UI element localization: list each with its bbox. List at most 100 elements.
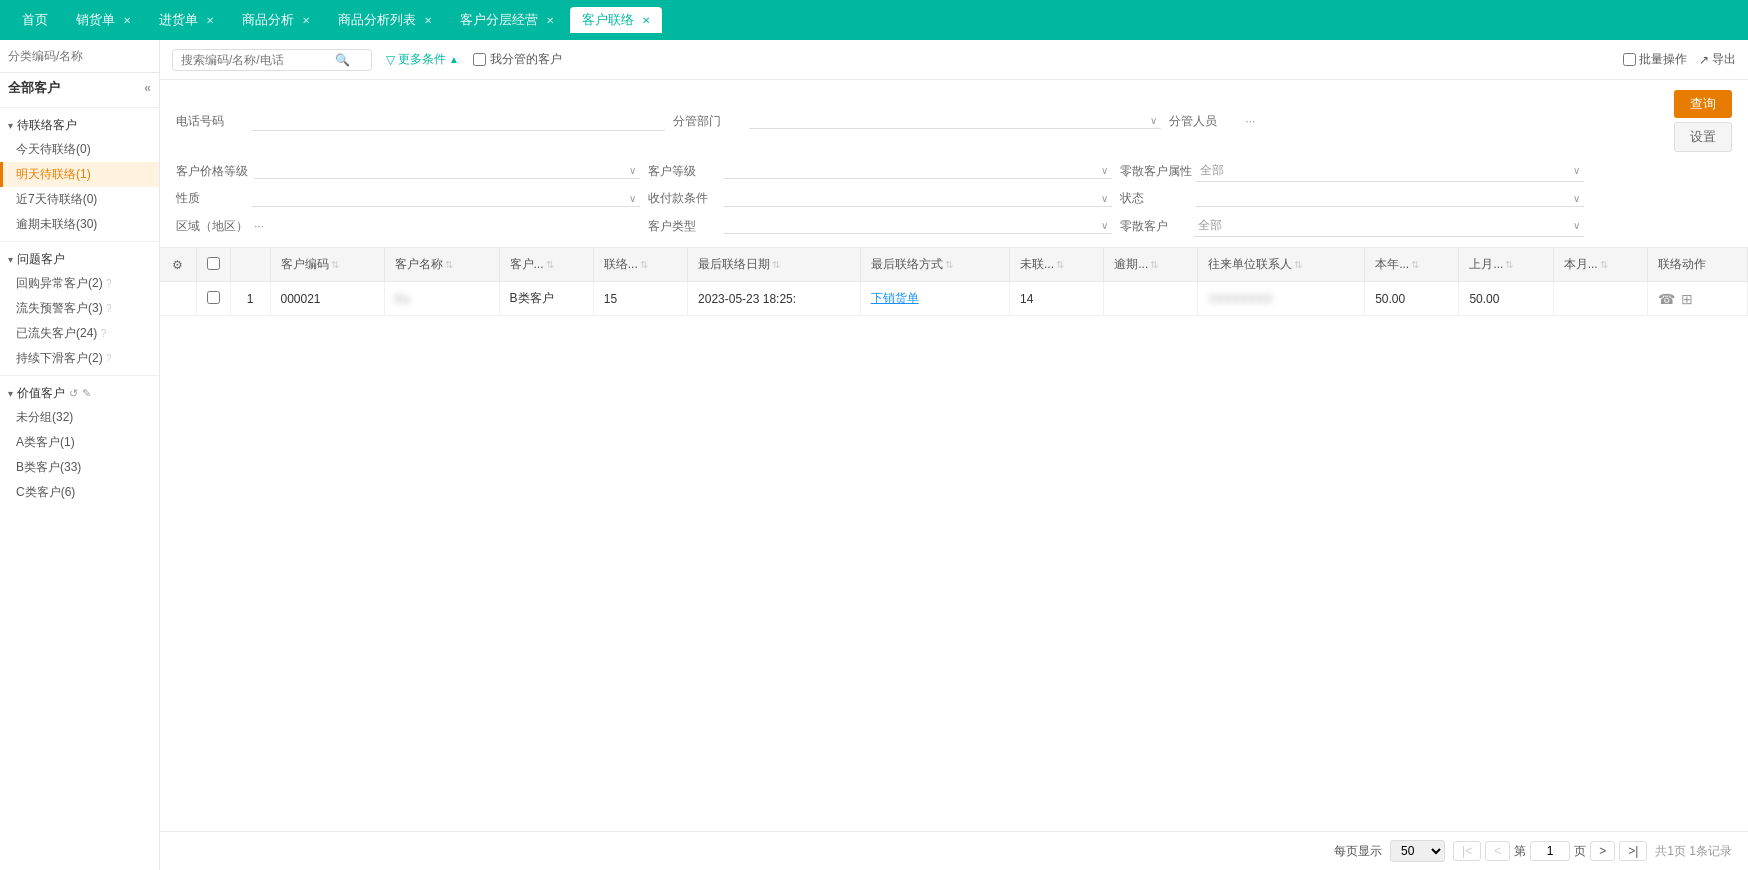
last-page-btn[interactable]: >| [1619, 841, 1647, 861]
sidebar-search-input[interactable] [8, 49, 158, 63]
my-customer-checkbox[interactable] [473, 53, 486, 66]
th-this-month-sort[interactable]: ⇅ [1600, 259, 1608, 270]
sidebar-item-class-a[interactable]: A类客户(1) [0, 430, 159, 455]
next-page-btn[interactable]: > [1590, 841, 1615, 861]
th-this-year-sort[interactable]: ⇅ [1411, 259, 1419, 270]
footer: 每页显示 50 100 200 |< < 第 页 > >| 共1页 1条记录 [160, 831, 1748, 870]
nav-product-analysis-close[interactable]: ✕ [302, 15, 310, 26]
prev-page-btn[interactable]: < [1485, 841, 1510, 861]
filter-actions: 查询 设置 [1674, 90, 1732, 152]
sidebar-divider-3 [0, 375, 159, 376]
filter-phone-input[interactable] [252, 112, 665, 131]
nav-customer-tier-close[interactable]: ✕ [546, 15, 554, 26]
sidebar-all-label: 全部客户 [8, 79, 60, 97]
nav-product-analysis-list-close[interactable]: ✕ [424, 15, 432, 26]
sidebar-item-class-b[interactable]: B类客户(33) [0, 455, 159, 480]
export-icon: ↗ [1699, 53, 1709, 67]
th-last-method-sort[interactable]: ⇅ [945, 259, 953, 270]
row-overdue [1104, 282, 1198, 316]
row-action-grid-icon[interactable]: ⊞ [1681, 291, 1693, 307]
filter-dept-select[interactable]: ∨ [749, 113, 1162, 129]
select-all-checkbox[interactable] [207, 257, 220, 270]
filter-row-3: 性质 ∨ 收付款条件 ∨ 状态 ∨ [176, 190, 1732, 207]
sidebar-item-declining[interactable]: 持续下滑客户(2) ? [0, 346, 159, 371]
filter-panel: 电话号码 分管部门 ∨ 分管人员 ··· 查询 设置 [160, 80, 1748, 248]
sidebar-all-customers[interactable]: 全部客户 « [0, 73, 159, 103]
row-action-call-icon[interactable]: ☎ [1658, 291, 1675, 307]
nav-product-analysis[interactable]: 商品分析 ✕ [230, 7, 322, 33]
filter-manager-dots[interactable]: ··· [1245, 114, 1255, 128]
sidebar-item-churn-warning[interactable]: 流失预警客户(3) ? [0, 296, 159, 321]
reset-button[interactable]: 设置 [1674, 122, 1732, 152]
filter-retail-customer-select[interactable]: 全部 ∨ [1194, 215, 1584, 237]
th-settings: ⚙ [160, 248, 196, 282]
sidebar-group-value-refresh[interactable]: ↺ [69, 387, 78, 400]
nav-purchase-label: 进货单 [159, 11, 198, 29]
my-customer-label: 我分管的客户 [490, 51, 562, 68]
nav-customer-contact-close[interactable]: ✕ [642, 15, 650, 26]
row-check [196, 282, 230, 316]
th-overdue-sort[interactable]: ⇅ [1150, 259, 1158, 270]
sidebar-group-value-edit[interactable]: ✎ [82, 387, 91, 400]
batch-checkbox[interactable] [1623, 53, 1636, 66]
th-unit-contact-sort[interactable]: ⇅ [1294, 259, 1302, 270]
sidebar-item-tomorrow[interactable]: 明天待联络(1) [0, 162, 159, 187]
per-page-select[interactable]: 50 100 200 [1390, 840, 1445, 862]
row-code: 000021 [270, 282, 385, 316]
first-page-btn[interactable]: |< [1453, 841, 1481, 861]
sidebar-item-today[interactable]: 今天待联络(0) [0, 137, 159, 162]
filter-region: 区域（地区） ··· [176, 218, 640, 235]
filter-region-dots[interactable]: ··· [254, 219, 264, 233]
filter-status-select[interactable]: ∨ [1196, 191, 1584, 207]
th-last-month-sort[interactable]: ⇅ [1505, 259, 1513, 270]
nav-home[interactable]: 首页 [10, 7, 60, 33]
sidebar-item-ungrouped[interactable]: 未分组(32) [0, 405, 159, 430]
th-name-sort[interactable]: ⇅ [445, 259, 453, 270]
batch-op-btn[interactable]: 批量操作 [1623, 51, 1687, 68]
nav-customer-tier[interactable]: 客户分层经营 ✕ [448, 7, 566, 33]
nav-sales[interactable]: 销货单 ✕ [64, 7, 143, 33]
th-last-month: 上月...⇅ [1459, 248, 1553, 282]
filter-price-level-select[interactable]: ∨ [254, 163, 640, 179]
row-checkbox[interactable] [207, 291, 220, 304]
top-nav: 首页 销货单 ✕ 进货单 ✕ 商品分析 ✕ 商品分析列表 ✕ 客户分层经营 ✕ … [0, 0, 1748, 40]
filter-customer-type-select[interactable]: ∨ [724, 218, 1112, 234]
filter-nature-select[interactable]: ∨ [252, 191, 640, 207]
nav-purchase[interactable]: 进货单 ✕ [147, 7, 226, 33]
nav-product-analysis-list[interactable]: 商品分析列表 ✕ [326, 7, 444, 33]
more-filter-btn[interactable]: ▽ 更多条件 ▲ [380, 48, 465, 71]
row-action: ☎ ⊞ [1647, 282, 1747, 316]
page-label: 第 [1514, 843, 1526, 860]
nav-purchase-close[interactable]: ✕ [206, 15, 214, 26]
nav-customer-contact[interactable]: 客户联络 ✕ [570, 7, 662, 33]
filter-customer-type: 客户类型 ∨ [648, 218, 1112, 235]
toolbar-right: 批量操作 ↗ 导出 [1623, 51, 1736, 68]
pagination-nav: |< < 第 页 > >| [1453, 841, 1647, 861]
sidebar-item-abnormal[interactable]: 回购异常客户(2) ? [0, 271, 159, 296]
th-last-date-sort[interactable]: ⇅ [772, 259, 780, 270]
sidebar-item-overdue[interactable]: 逾期未联络(30) [0, 212, 159, 237]
row-no-contact: 14 [1009, 282, 1103, 316]
nav-sales-close[interactable]: ✕ [123, 15, 131, 26]
column-settings-icon[interactable]: ⚙ [172, 258, 183, 272]
sidebar-divider-2 [0, 241, 159, 242]
th-action: 联络动作 [1647, 248, 1747, 282]
sidebar-item-class-c[interactable]: C类客户(6) [0, 480, 159, 505]
sidebar-item-churned[interactable]: 已流失客户(24) ? [0, 321, 159, 346]
filter-chevron-icon: ▲ [449, 54, 459, 65]
filter-payment-select[interactable]: ∨ [724, 191, 1112, 207]
main-search-input[interactable] [181, 53, 331, 67]
page-input[interactable] [1530, 841, 1570, 861]
filter-retail-attr-select[interactable]: 全部 ∨ [1196, 160, 1584, 182]
filter-dept-label: 分管部门 [673, 113, 743, 130]
filter-region-label: 区域（地区） [176, 218, 248, 235]
th-code-sort[interactable]: ⇅ [331, 259, 339, 270]
filter-customer-level-select[interactable]: ∨ [724, 163, 1112, 179]
th-contacts-sort[interactable]: ⇅ [640, 259, 648, 270]
th-type-sort[interactable]: ⇅ [546, 259, 554, 270]
sidebar-item-7days[interactable]: 近7天待联络(0) [0, 187, 159, 212]
export-btn[interactable]: ↗ 导出 [1699, 51, 1736, 68]
main-search-icon[interactable]: 🔍 [335, 53, 350, 67]
th-no-contact-sort[interactable]: ⇅ [1056, 259, 1064, 270]
query-button[interactable]: 查询 [1674, 90, 1732, 118]
